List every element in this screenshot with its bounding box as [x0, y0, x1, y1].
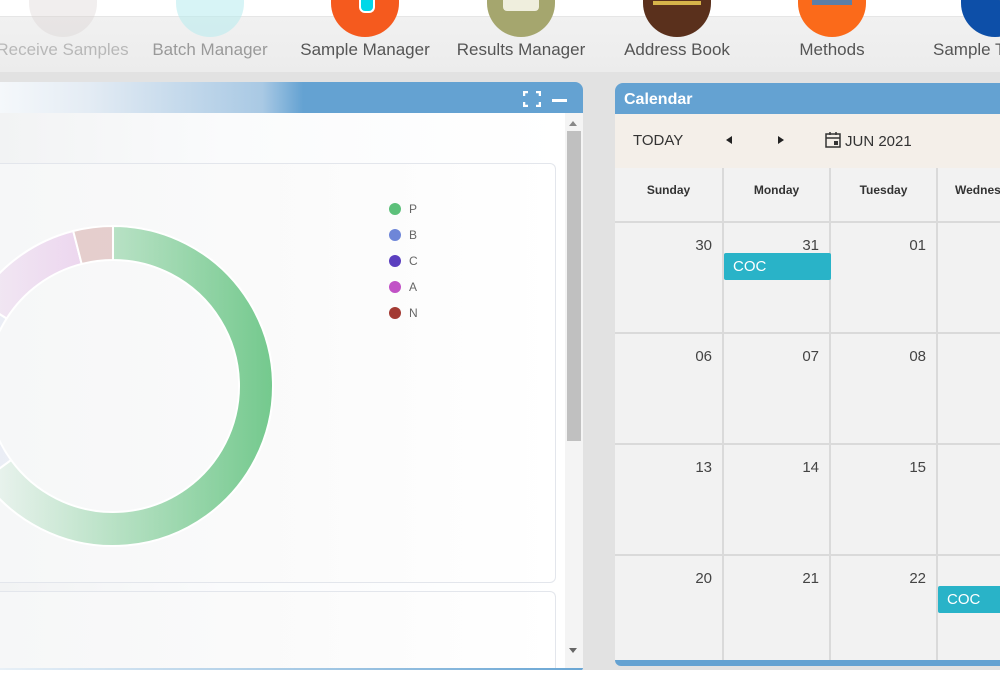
month-label: JUN 2021 — [845, 133, 912, 150]
legend-swatch — [389, 203, 401, 215]
calendar-day-cell[interactable]: 01 — [831, 221, 938, 332]
calendar-day-cell[interactable]: 14 — [724, 443, 831, 554]
calendar-panel: Calendar TODAY JUN 2021 Sunday Monday Tu… — [615, 83, 1000, 666]
calendar-day-cell[interactable]: 06 — [615, 332, 724, 443]
minimize-icon[interactable] — [552, 99, 567, 102]
legend-swatch — [389, 229, 401, 241]
day-number: 30 — [695, 237, 712, 254]
day-number: 01 — [909, 237, 926, 254]
calendar-toolbar: TODAY JUN 2021 — [615, 114, 1000, 168]
address-book-icon — [643, 0, 711, 37]
nav-item-sample-types[interactable]: Sample T — [925, 0, 1000, 73]
chart-panel: PBCAN — [0, 82, 583, 672]
chart-panel-scrollbar[interactable] — [565, 113, 583, 670]
nav-label: Batch Manager — [152, 40, 268, 59]
day-number: 20 — [695, 570, 712, 587]
nav-label: Results Manager — [456, 40, 586, 59]
chart-legend: PBCAN — [389, 196, 418, 326]
legend-item[interactable]: C — [389, 248, 418, 274]
donut-slice-n[interactable] — [71, 224, 114, 266]
day-header: Sunday — [615, 168, 724, 221]
nav-item-receive-samples[interactable]: Receive Samples — [0, 0, 130, 73]
nav-label: Sample T — [933, 40, 1000, 59]
day-number: 14 — [802, 459, 819, 476]
day-number: 31 — [802, 237, 819, 254]
legend-item[interactable]: A — [389, 274, 418, 300]
nav-label: Address Book — [624, 40, 730, 59]
methods-icon — [798, 0, 866, 37]
calendar-day-cell[interactable]: 30 — [615, 221, 724, 332]
month-picker[interactable]: JUN 2021 — [825, 131, 912, 152]
chart-panel-header — [0, 82, 583, 113]
scroll-down-icon[interactable] — [569, 648, 577, 653]
day-number: 15 — [909, 459, 926, 476]
secondary-card — [0, 591, 556, 672]
day-header: Monday — [724, 168, 831, 221]
day-number: 07 — [802, 348, 819, 365]
day-number: 21 — [802, 570, 819, 587]
chart-panel-body: PBCAN — [0, 113, 565, 672]
day-number: 22 — [909, 570, 926, 587]
legend-item[interactable]: B — [389, 222, 418, 248]
scroll-thumb[interactable] — [567, 131, 581, 441]
nav-item-batch-manager[interactable]: Batch Manager — [140, 0, 280, 73]
page-bottom — [0, 670, 1000, 682]
scroll-up-icon[interactable] — [569, 121, 577, 126]
calendar-bottom-border — [615, 660, 1000, 666]
expand-icon[interactable] — [522, 90, 542, 112]
legend-swatch — [389, 307, 401, 319]
results-manager-icon — [487, 0, 555, 37]
calendar-header: Calendar — [615, 83, 1000, 114]
legend-item[interactable]: N — [389, 300, 418, 326]
today-button[interactable]: TODAY — [633, 132, 683, 149]
day-number: 08 — [909, 348, 926, 365]
calendar-icon — [825, 131, 841, 152]
chart-card: PBCAN — [0, 163, 556, 583]
legend-label: B — [409, 228, 418, 242]
nav-item-sample-manager[interactable]: Sample Manager — [295, 0, 435, 73]
day-number: 06 — [695, 348, 712, 365]
calendar-day-cell[interactable]: 07 — [724, 332, 831, 443]
legend-label: P — [409, 202, 418, 216]
calendar-day-cell[interactable] — [938, 332, 1000, 443]
legend-item[interactable]: P — [389, 196, 418, 222]
next-arrow-icon[interactable] — [778, 136, 784, 144]
calendar-day-cell[interactable]: 15 — [831, 443, 938, 554]
day-header: Wednes — [955, 183, 1000, 197]
nav-item-address-book[interactable]: Address Book — [607, 0, 747, 73]
day-header: Tuesday — [831, 168, 938, 221]
nav-item-methods[interactable]: Methods — [762, 0, 902, 73]
calendar-day-cell[interactable]: 21 — [724, 554, 831, 665]
sample-manager-icon — [331, 0, 399, 37]
calendar-day-cell[interactable]: 13 — [615, 443, 724, 554]
calendar-event[interactable]: COC — [724, 253, 831, 280]
module-nav-bar: Receive Samples Batch Manager Sample Man… — [0, 0, 1000, 73]
nav-label: Sample Manager — [300, 40, 430, 59]
prev-arrow-icon[interactable] — [726, 136, 732, 144]
nav-label: Methods — [799, 40, 865, 59]
nav-item-results-manager[interactable]: Results Manager — [451, 0, 591, 73]
nav-label: Receive Samples — [0, 40, 129, 59]
calendar-title: Calendar — [624, 91, 693, 108]
legend-swatch — [389, 255, 401, 267]
calendar-day-cell[interactable]: 08 — [831, 332, 938, 443]
legend-swatch — [389, 281, 401, 293]
day-number: 13 — [695, 459, 712, 476]
donut-slice-b[interactable] — [0, 300, 13, 480]
calendar-day-cell[interactable] — [938, 443, 1000, 554]
donut-slice-a[interactable] — [0, 229, 83, 320]
receive-samples-icon — [28, 0, 97, 37]
calendar-month-grid: Sunday Monday Tuesday Wednes 30 31 01 06 07 0… — [615, 168, 1000, 665]
legend-label: N — [409, 306, 418, 320]
calendar-day-cell[interactable]: 22 — [831, 554, 938, 665]
donut-chart — [0, 224, 274, 547]
legend-label: C — [409, 254, 418, 268]
calendar-day-cell[interactable]: 20 — [615, 554, 724, 665]
calendar-event[interactable]: COC — [938, 586, 1000, 613]
legend-label: A — [409, 280, 418, 294]
batch-manager-icon — [176, 0, 244, 37]
sample-types-icon — [961, 0, 1000, 37]
calendar-day-cell[interactable] — [938, 221, 1000, 332]
